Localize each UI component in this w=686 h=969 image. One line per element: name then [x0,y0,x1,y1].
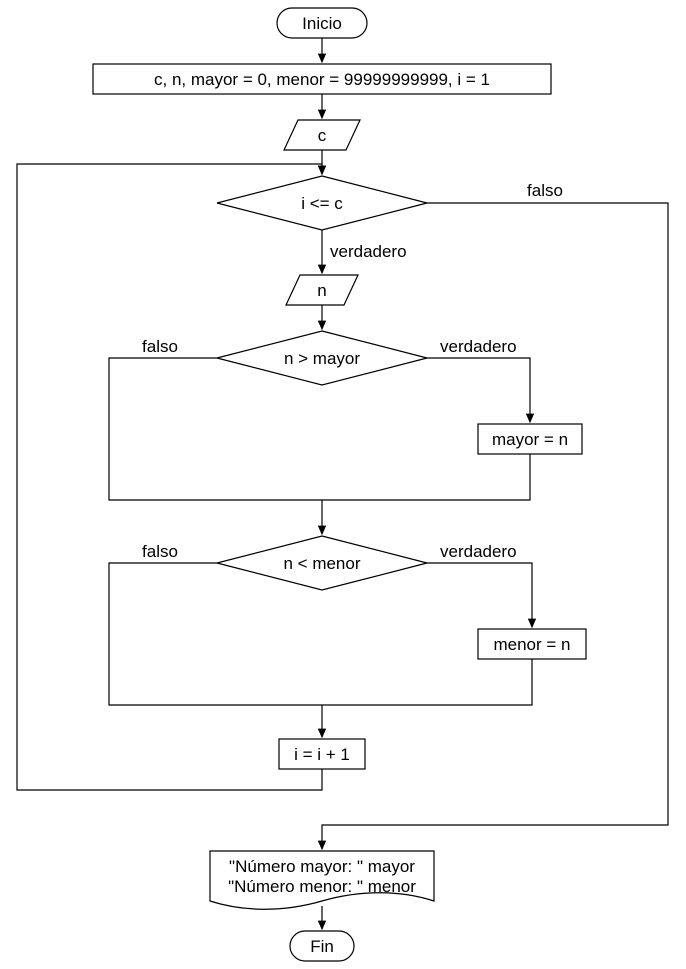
edge-menor-false [109,563,322,705]
edge-mayor-false [109,358,322,500]
edge-assignmayor-merge [322,454,530,500]
loop-cond-label: i <= c [301,194,343,213]
menor-true-label: verdadero [440,542,517,561]
end-label: Fin [310,937,334,956]
loop-false-label: falso [527,181,563,200]
output-line2: "Número menor: " menor [228,877,416,896]
mayor-cond-label: n > mayor [284,349,360,368]
menor-false-label: falso [142,542,178,561]
edge-loop-false [322,203,668,849]
incr-label: i = i + 1 [294,745,350,764]
loop-true-label: verdadero [330,242,407,261]
flowchart: Inicio c, n, mayor = 0, menor = 99999999… [0,0,686,969]
edge-incr-loopback [17,164,322,790]
edge-assignmenor-merge [322,659,532,705]
mayor-true-label: verdadero [440,337,517,356]
edge-menor-true [427,563,532,627]
input-c-label: c [318,126,327,145]
edge-mayor-true [427,358,530,422]
mayor-false-label: falso [142,337,178,356]
assign-menor-label: menor = n [493,635,570,654]
start-label: Inicio [302,14,342,33]
assign-mayor-label: mayor = n [492,430,568,449]
init-label: c, n, mayor = 0, menor = 99999999999, i … [154,70,490,89]
menor-cond-label: n < menor [283,554,360,573]
input-n-label: n [317,281,326,300]
output-line1: "Número mayor: " mayor [229,857,415,876]
